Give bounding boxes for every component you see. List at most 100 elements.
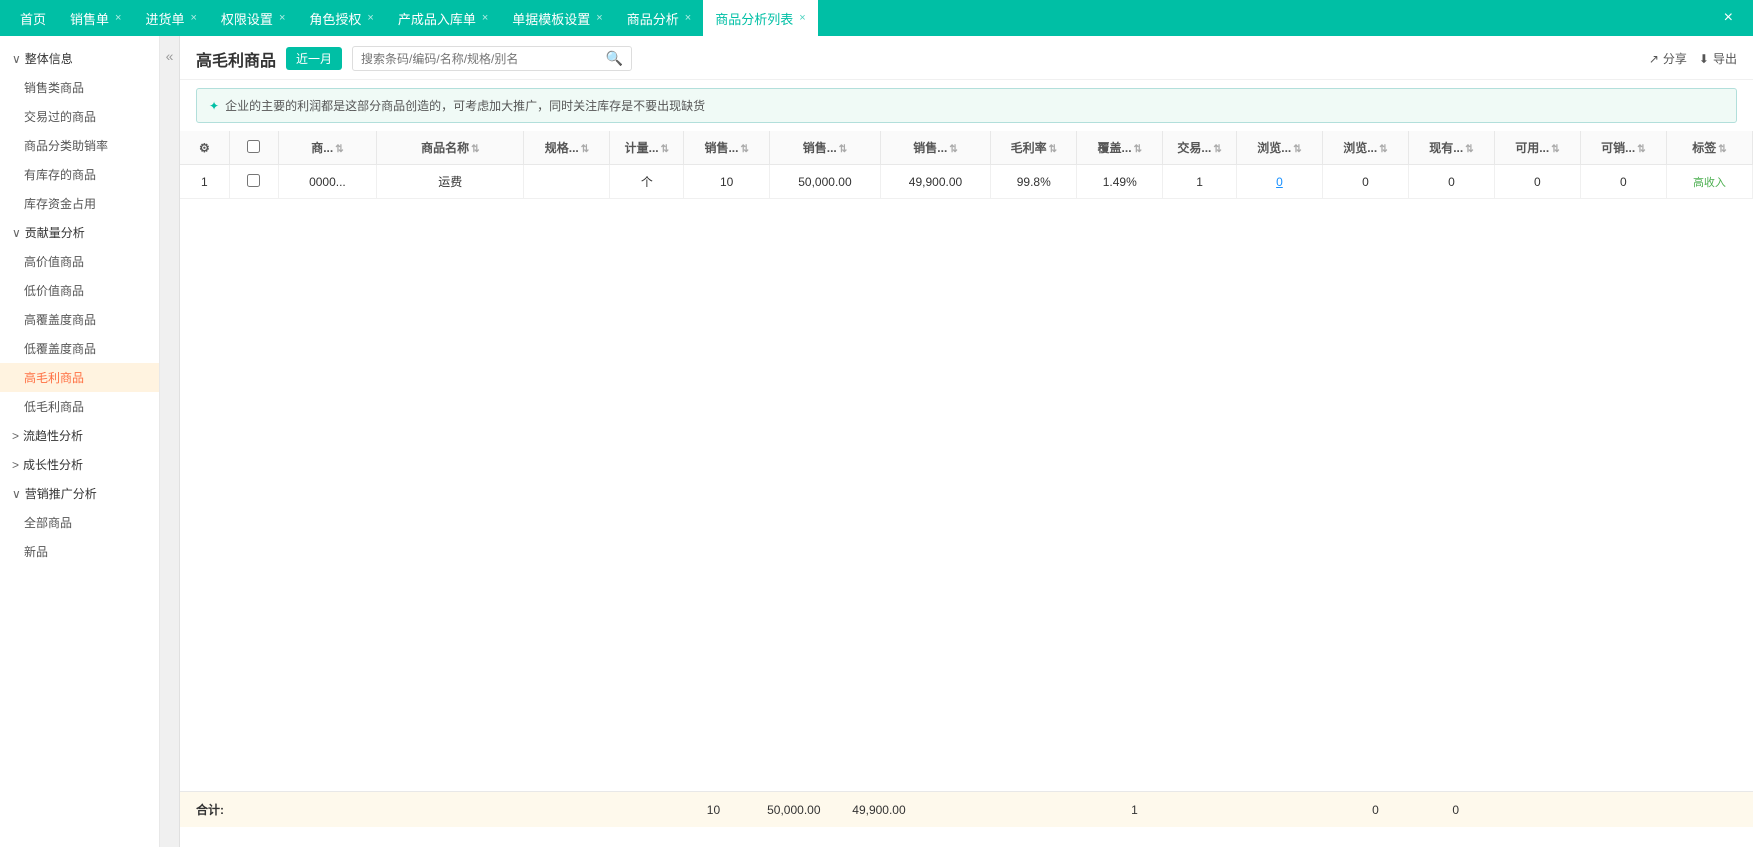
close-icon[interactable]: × xyxy=(596,12,602,24)
row-index: 1 xyxy=(180,165,229,199)
nav-item-商品分析列表[interactable]: 商品分析列表× xyxy=(703,0,817,36)
sidebar-item-高覆盖度商品[interactable]: 高覆盖度商品 xyxy=(0,305,159,334)
sort-icon: ⇅ xyxy=(740,144,748,155)
col-header-9[interactable]: 毛利率⇅ xyxy=(991,131,1077,165)
sidebar-collapse-button[interactable]: « xyxy=(160,36,180,847)
col-header-12[interactable]: 浏览...⇅ xyxy=(1236,131,1322,165)
nav-item-权限设置[interactable]: 权限设置× xyxy=(209,0,297,36)
group-label: 成长性分析 xyxy=(23,456,83,473)
browse1[interactable]: 0 xyxy=(1236,165,1322,199)
nav-item-首页[interactable]: 首页 xyxy=(8,0,58,36)
close-icon[interactable]: × xyxy=(279,12,285,24)
col-header-8[interactable]: 销售...⇅ xyxy=(880,131,991,165)
col-header-17[interactable]: 标签⇅ xyxy=(1666,131,1752,165)
footer-cell-8 xyxy=(924,803,1014,817)
footer-cell-7: 49,900.00 xyxy=(834,803,924,817)
export-button[interactable]: ⬇ 导出 xyxy=(1699,50,1737,67)
col-header-13[interactable]: 浏览...⇅ xyxy=(1322,131,1408,165)
sidebar-group-营销推广分析[interactable]: ∨ 营销推广分析 xyxy=(0,479,159,508)
sidebar-item-低毛利商品[interactable]: 低毛利商品 xyxy=(0,392,159,421)
sort-icon: ⇅ xyxy=(1379,144,1387,155)
sidebar-item-商品分类助销率[interactable]: 商品分类助销率 xyxy=(0,131,159,160)
table-row: 10000...运费个1050,000.0049,900.0099.8%1.49… xyxy=(180,165,1753,199)
nav-item-单据模板设置[interactable]: 单据模板设置× xyxy=(500,0,614,36)
sidebar-item-低覆盖度商品[interactable]: 低覆盖度商品 xyxy=(0,334,159,363)
sidebar-group-整体信息[interactable]: ∨整体信息 xyxy=(0,44,159,73)
sidebar-item-交易过的商品[interactable]: 交易过的商品 xyxy=(0,102,159,131)
footer-cell-9 xyxy=(1014,803,1094,817)
col-header-2[interactable]: 商...⇅ xyxy=(278,131,376,165)
sidebar-group-贡献量分析[interactable]: ∨贡献量分析 xyxy=(0,218,159,247)
info-banner: ✦ 企业的主要的利润都是这部分商品创造的，可考虑加大推广，同时关注库存是不要出现… xyxy=(196,88,1737,123)
col-header-4[interactable]: 规格...⇅ xyxy=(524,131,610,165)
page-title: 高毛利商品 xyxy=(196,47,276,71)
close-icon[interactable]: × xyxy=(482,12,488,24)
date-filter-button[interactable]: 近一月 xyxy=(286,47,342,70)
sidebar-item-销售类商品[interactable]: 销售类商品 xyxy=(0,73,159,102)
nav-item-角色授权[interactable]: 角色授权× xyxy=(297,0,385,36)
row-checkbox[interactable] xyxy=(229,165,278,199)
export-icon: ⬇ xyxy=(1699,52,1709,66)
arrow-icon: ∨ xyxy=(12,487,21,501)
close-icon[interactable]: × xyxy=(799,12,805,24)
share-button[interactable]: ↗ 分享 xyxy=(1649,50,1687,67)
product-spec xyxy=(524,165,610,199)
row-select-checkbox[interactable] xyxy=(247,174,260,187)
col-header-3[interactable]: 商品名称⇅ xyxy=(377,131,524,165)
product-unit: 个 xyxy=(610,165,684,199)
link-browse1[interactable]: 0 xyxy=(1276,175,1283,189)
col-header-16[interactable]: 可销...⇅ xyxy=(1580,131,1666,165)
sort-icon: ⇅ xyxy=(1551,144,1559,155)
nav-item-产成品入库单[interactable]: 产成品入库单× xyxy=(386,0,500,36)
content-header: 高毛利商品 近一月 🔍 ↗ 分享 ⬇ 导出 xyxy=(180,36,1753,80)
footer-cell-3 xyxy=(473,803,593,817)
settings-icon[interactable]: ⚙ xyxy=(199,141,210,155)
tag-label: 高收入 xyxy=(1693,177,1726,189)
sidebar-item-全部商品[interactable]: 全部商品 xyxy=(0,508,159,537)
sidebar-group-成长性分析[interactable]: > 成长性分析 xyxy=(0,450,159,479)
sidebar-group-流趋性分析[interactable]: >流趋性分析 xyxy=(0,421,159,450)
col-header-15[interactable]: 可用...⇅ xyxy=(1494,131,1580,165)
nav-item-进货单[interactable]: 进货单× xyxy=(133,0,208,36)
close-icon[interactable]: × xyxy=(367,12,373,24)
select-all-checkbox[interactable] xyxy=(247,140,260,153)
sidebar-item-高价值商品[interactable]: 高价值商品 xyxy=(0,247,159,276)
nav-item-商品分析[interactable]: 商品分析× xyxy=(615,0,703,36)
footer-cell-16 xyxy=(1576,803,1656,817)
col-header-5[interactable]: 计量...⇅ xyxy=(610,131,684,165)
group-label: 流趋性分析 xyxy=(23,427,83,444)
sidebar-item-低价值商品[interactable]: 低价值商品 xyxy=(0,276,159,305)
search-input[interactable] xyxy=(361,52,606,66)
col-header-6[interactable]: 销售...⇅ xyxy=(684,131,770,165)
share-icon: ↗ xyxy=(1649,52,1659,66)
coverage: 1.49% xyxy=(1077,165,1163,199)
close-icon[interactable]: × xyxy=(115,12,121,24)
col-header-7[interactable]: 销售...⇅ xyxy=(770,131,881,165)
sales-amount: 50,000.00 xyxy=(770,165,881,199)
sidebar-item-有库存的商品[interactable]: 有库存的商品 xyxy=(0,160,159,189)
data-table: ⚙商...⇅商品名称⇅规格...⇅计量...⇅销售...⇅销售...⇅销售...… xyxy=(180,131,1753,199)
sidebar-item-库存资金占用[interactable]: 库存资金占用 xyxy=(0,189,159,218)
footer-cell-10: 1 xyxy=(1094,803,1174,817)
sidebar-item-高毛利商品[interactable]: 高毛利商品 xyxy=(0,363,159,392)
sidebar-item-新品[interactable]: 新品 xyxy=(0,537,159,566)
product-code: 0000... xyxy=(278,165,376,199)
search-icon: 🔍 xyxy=(606,50,623,67)
sort-icon: ⇅ xyxy=(839,144,847,155)
arrow-icon: > xyxy=(12,458,19,472)
group-label: 整体信息 xyxy=(25,50,73,67)
col-header-10[interactable]: 覆盖...⇅ xyxy=(1077,131,1163,165)
col-header-11[interactable]: 交易...⇅ xyxy=(1163,131,1237,165)
nav-item-销售单[interactable]: 销售单× xyxy=(58,0,133,36)
sort-icon: ⇅ xyxy=(1213,144,1221,155)
close-icon[interactable]: × xyxy=(685,12,691,24)
export-label: 导出 xyxy=(1713,50,1737,67)
collapse-icon: « xyxy=(166,48,174,64)
window-close-button[interactable]: × xyxy=(1712,9,1745,27)
close-icon[interactable]: × xyxy=(190,12,196,24)
col-header-14[interactable]: 现有...⇅ xyxy=(1408,131,1494,165)
share-label: 分享 xyxy=(1663,50,1687,67)
footer-cell-5: 10 xyxy=(673,803,753,817)
group-label: 营销推广分析 xyxy=(25,485,97,502)
sort-icon: ⇅ xyxy=(581,144,589,155)
